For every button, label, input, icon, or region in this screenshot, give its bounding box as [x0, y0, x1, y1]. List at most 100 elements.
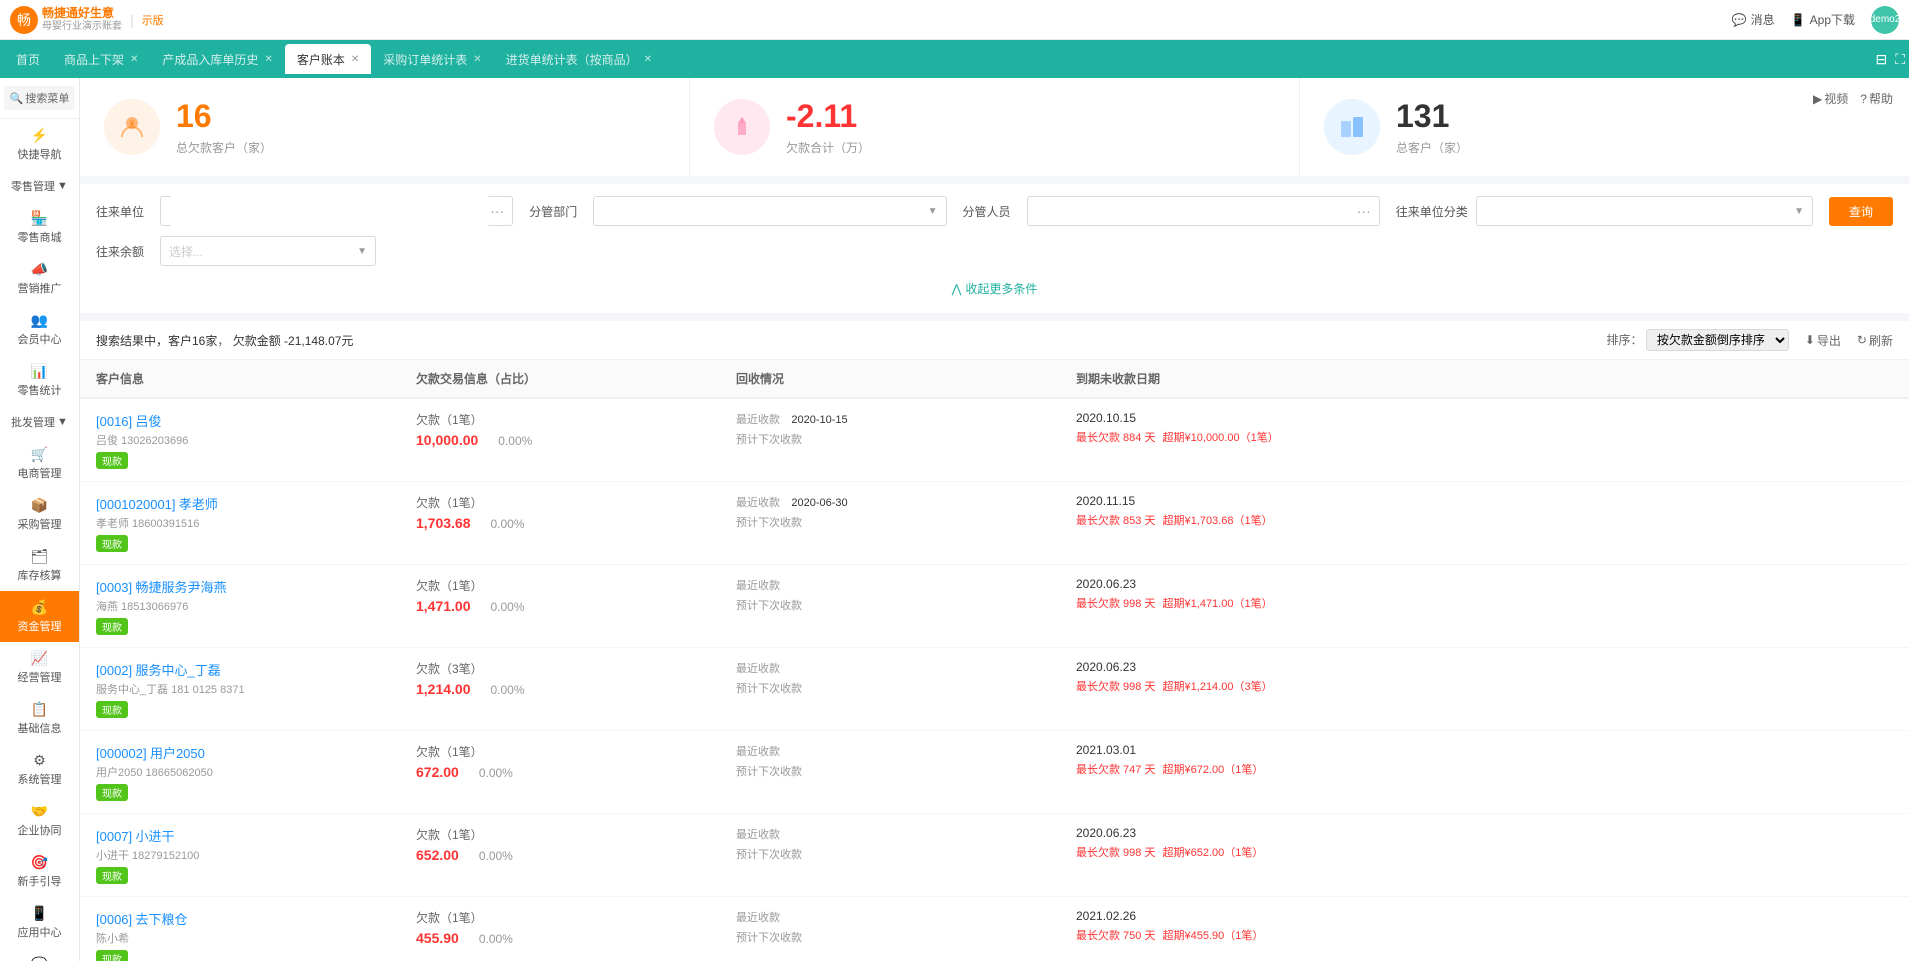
- sidebar-item-quick-nav[interactable]: ⚡ 快捷导航: [0, 119, 79, 170]
- sidebar-item-finance[interactable]: 💰 资金管理: [0, 591, 79, 642]
- close-tab-customer-account[interactable]: ✕: [351, 54, 359, 65]
- view-video-btn[interactable]: ▶ 视频: [1813, 90, 1848, 107]
- nav-link[interactable]: 示版: [142, 12, 164, 28]
- customer-name-0[interactable]: 吕俊: [136, 414, 162, 429]
- fullscreen-icon[interactable]: ⛶: [1895, 51, 1905, 68]
- customer-name-2[interactable]: 畅捷服务尹海燕: [136, 580, 227, 595]
- stats-bar: ¥ 16 总欠款客户（家） -2.11 欠款合计（万）: [80, 78, 1909, 176]
- sidebar-item-app-center[interactable]: 📱 应用中心: [0, 897, 79, 948]
- source-unit-input[interactable]: ···: [160, 196, 513, 226]
- customer-name-1[interactable]: 孝老师: [179, 497, 218, 512]
- debt-amount-icon: [714, 99, 770, 155]
- collapse-btn[interactable]: ⋀ 收起更多条件: [96, 276, 1893, 301]
- sidebar-item-retail-mall[interactable]: 🏪 零售商城: [0, 202, 79, 253]
- source-unit-field[interactable]: [169, 196, 490, 226]
- customer-code-6[interactable]: [0006]: [96, 912, 132, 927]
- export-btn[interactable]: ⬇ 导出: [1805, 332, 1841, 349]
- debt-amount-number: -2.11: [786, 98, 870, 135]
- debt-percent-1: 0.00%: [491, 517, 525, 531]
- sidebar-item-marketing[interactable]: 📣 营销推广: [0, 253, 79, 304]
- tab-customer-account[interactable]: 客户账本 ✕: [285, 44, 371, 74]
- message-icon: 💬: [1732, 13, 1747, 27]
- sidebar-item-purchase[interactable]: 📦 采购管理: [0, 489, 79, 540]
- overdue-link-5[interactable]: 超期¥652.00（1笔）: [1163, 847, 1264, 859]
- customer-cell-1: [0001020001] 孝老师 孝老师 18600391516 现款: [96, 494, 416, 552]
- sidebar-item-inventory-check[interactable]: 🗂 库存核算: [0, 540, 79, 591]
- refresh-btn[interactable]: ↻ 刷新: [1857, 332, 1893, 349]
- customer-name-5[interactable]: 小进干: [136, 829, 175, 844]
- tab-production[interactable]: 产成品入库单历史 ✕: [150, 44, 284, 74]
- logo-area: 畅 畅捷通好生意 母婴行业演示账套: [10, 6, 122, 34]
- customer-code-1[interactable]: [0001020001]: [96, 497, 176, 512]
- results-actions: 排序： 按欠款金额倒序排序 ⬇ 导出 ↻ 刷新: [1606, 329, 1893, 351]
- close-tab-production[interactable]: ✕: [264, 54, 272, 65]
- search-button[interactable]: 查询: [1829, 197, 1893, 226]
- search-menu-btn[interactable]: 🔍 搜索菜单: [4, 86, 75, 110]
- overdue-link-6[interactable]: 超期¥455.90（1笔）: [1163, 930, 1264, 942]
- close-tab-purchase[interactable]: ✕: [473, 54, 481, 65]
- customer-name-4[interactable]: 用户2050: [150, 746, 205, 761]
- collection-cell-2: 最近收款 预计下次收款: [736, 577, 1076, 613]
- sidebar-item-retail-stats[interactable]: 📊 零售统计: [0, 355, 79, 406]
- dept-label: 分管部门: [529, 203, 585, 220]
- table-row: [0002] 服务中心_丁磊 服务中心_丁磊 181 0125 8371 现款 …: [80, 648, 1909, 731]
- expand-icon[interactable]: ⊟: [1875, 51, 1887, 68]
- unit-class-input[interactable]: ▼: [1476, 196, 1813, 226]
- total-customers-label: 总客户（家）: [1396, 139, 1468, 156]
- dept-input[interactable]: ▼: [593, 196, 946, 226]
- tab-products[interactable]: 商品上下架 ✕: [52, 44, 150, 74]
- overdue-link-3[interactable]: 超期¥1,214.00（3笔）: [1163, 681, 1273, 693]
- debt-customers-label: 总欠款客户（家）: [176, 139, 272, 156]
- table-header: 客户信息 欠款交易信息（占比） 回收情况 到期未收款日期: [80, 360, 1909, 399]
- tab-purchase-order[interactable]: 采购订单统计表 ✕: [371, 44, 493, 74]
- debt-cell-1: 欠款（1笔） 1,703.68 0.00%: [416, 494, 736, 531]
- person-more-btn[interactable]: ···: [1357, 203, 1371, 219]
- customer-sub-1: 孝老师 18600391516: [96, 515, 416, 531]
- customer-code-0[interactable]: [0016]: [96, 414, 132, 429]
- customer-code-2[interactable]: [0003]: [96, 580, 132, 595]
- sort-select[interactable]: 按欠款金额倒序排序: [1646, 329, 1789, 351]
- customer-cell-4: [000002] 用户2050 用户2050 18665062050 现款: [96, 743, 416, 801]
- sidebar-item-basic-info[interactable]: 📋 基础信息: [0, 693, 79, 744]
- balance-input[interactable]: 选择... ▼: [160, 236, 376, 266]
- close-tab-products[interactable]: ✕: [130, 54, 138, 65]
- overdue-link-4[interactable]: 超期¥672.00（1笔）: [1163, 764, 1264, 776]
- customer-name-3[interactable]: 服务中心_丁磊: [136, 663, 221, 678]
- sidebar-item-corp-wx[interactable]: 💬 企业微信: [0, 948, 79, 961]
- overdue-link-2[interactable]: 超期¥1,471.00（1笔）: [1163, 598, 1273, 610]
- source-unit-more-btn[interactable]: ···: [490, 203, 504, 219]
- tab-home[interactable]: 首页: [4, 44, 52, 74]
- overdue-link-0[interactable]: 超期¥10,000.00（1笔）: [1163, 432, 1279, 444]
- header-due-date: 到期未收款日期: [1076, 370, 1893, 387]
- sidebar-item-retail-mgmt[interactable]: 零售管理 ▼: [0, 170, 79, 202]
- help-btn[interactable]: ? 帮助: [1860, 90, 1893, 107]
- total-customers-icon: [1324, 99, 1380, 155]
- debt-amount-0: 10,000.00: [416, 432, 478, 448]
- debt-cell-2: 欠款（1笔） 1,471.00 0.00%: [416, 577, 736, 614]
- customer-code-5[interactable]: [0007]: [96, 829, 132, 844]
- app-download-btn[interactable]: 📱 App下载: [1791, 11, 1855, 28]
- sidebar-item-ecommerce[interactable]: 🛒 电商管理: [0, 438, 79, 489]
- sidebar-item-system[interactable]: ⚙ 系统管理: [0, 744, 79, 795]
- divider: |: [130, 12, 134, 28]
- overdue-cell-5: 2020.06.23 最长欠款 998 天 超期¥652.00（1笔）: [1076, 826, 1893, 860]
- message-btn[interactable]: 💬 消息: [1732, 11, 1775, 28]
- sidebar-item-corp-coop[interactable]: 🤝 企业协同: [0, 795, 79, 846]
- close-tab-inventory[interactable]: ✕: [644, 54, 652, 65]
- debt-count-0: 欠款（1笔）: [416, 411, 736, 428]
- overdue-link-1[interactable]: 超期¥1,703.68（1笔）: [1163, 515, 1273, 527]
- customer-code-4[interactable]: [000002]: [96, 746, 147, 761]
- dept-dropdown-arrow: ▼: [928, 206, 938, 217]
- sidebar-item-member[interactable]: 👥 会员中心: [0, 304, 79, 355]
- customer-cell-3: [0002] 服务中心_丁磊 服务中心_丁磊 181 0125 8371 现款: [96, 660, 416, 718]
- export-icon: ⬇: [1805, 333, 1815, 347]
- customer-code-3[interactable]: [0002]: [96, 663, 132, 678]
- debt-amount-info: -2.11 欠款合计（万）: [786, 98, 870, 156]
- sidebar-item-new-guide[interactable]: 🎯 新手引导: [0, 846, 79, 897]
- person-input[interactable]: ···: [1027, 196, 1380, 226]
- user-menu[interactable]: demo2: [1871, 6, 1899, 34]
- sidebar-item-ops[interactable]: 📈 经营管理: [0, 642, 79, 693]
- tab-inventory[interactable]: 进货单统计表（按商品） ✕: [494, 44, 664, 74]
- sidebar-item-batch-mgmt[interactable]: 批发管理 ▼: [0, 406, 79, 438]
- customer-name-6[interactable]: 去下粮仓: [136, 912, 188, 927]
